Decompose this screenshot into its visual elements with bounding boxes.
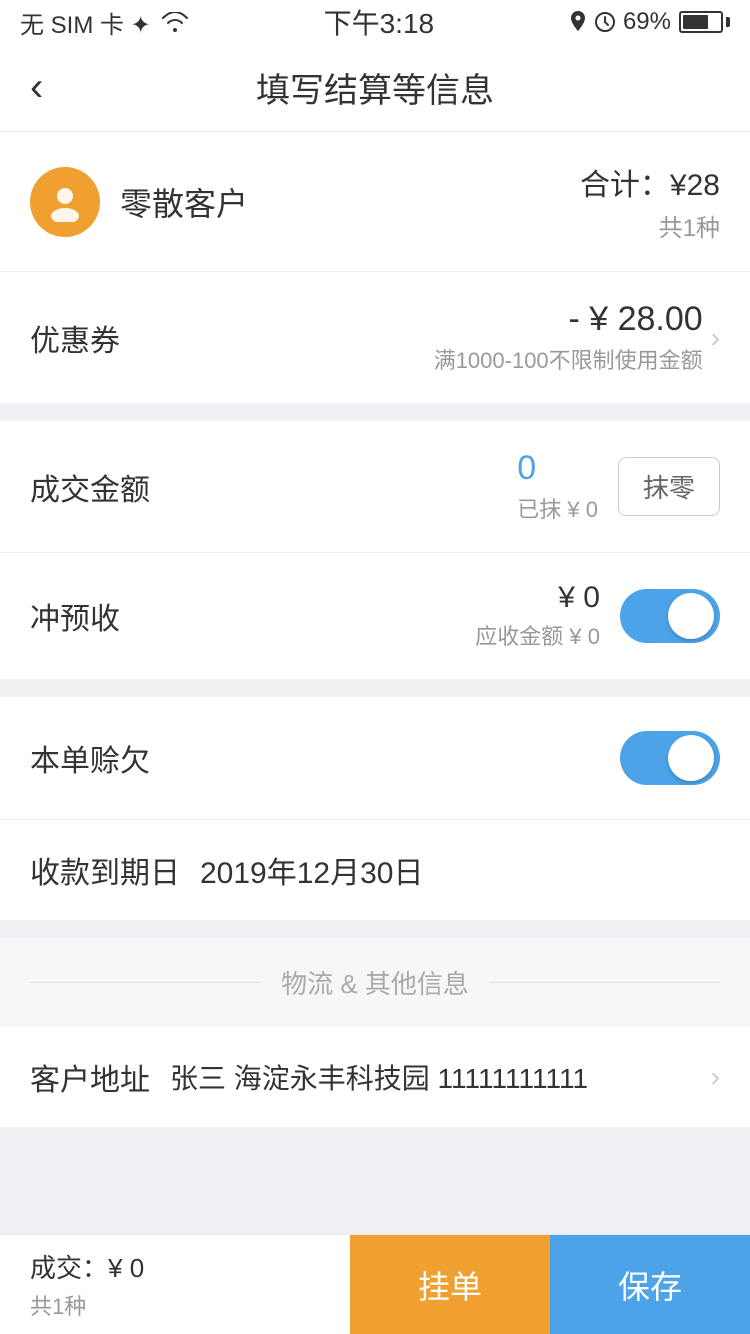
bottom-bar: 成交：¥ 0 共1种 挂单 保存 <box>0 1234 750 1334</box>
deal-value: 0 <box>517 449 598 488</box>
debt-card: 本单赊欠 收款到期日 2019年12月30日 <box>0 697 750 920</box>
status-time: 下午3:18 <box>324 2 435 42</box>
status-bar: 无 SIM 卡 ✦ 下午3:18 69% <box>0 0 750 44</box>
address-value: 张三 海淀永丰科技园 11111111111 <box>170 1057 711 1097</box>
status-left: 无 SIM 卡 ✦ <box>20 5 189 40</box>
prepay-toggle[interactable] <box>620 589 720 643</box>
due-date-value: 2019年12月30日 <box>200 848 423 892</box>
logistics-card: 物流 & 其他信息 客户地址 张三 海淀永丰科技园 11111111111 › <box>0 938 750 1127</box>
sim-label: 无 SIM 卡 ✦ <box>20 5 151 40</box>
logistics-title: 物流 & 其他信息 <box>281 964 469 1001</box>
deal-card: 成交金额 0 已抹 ¥ 0 抹零 冲预收 ¥ 0 应收金额 ¥ 0 <box>0 421 750 679</box>
customer-card: 零散客户 合计：¥28 共1种 优惠券 - ¥ 28.00 满1000-100不… <box>0 132 750 403</box>
coupon-desc: 满1000-100不限制使用金额 <box>434 343 703 375</box>
hold-button[interactable]: 挂单 <box>350 1235 550 1334</box>
customer-name: 零散客户 <box>120 179 248 225</box>
bottom-deal-label: 成交： <box>30 1253 108 1283</box>
customer-row: 零散客户 合计：¥28 共1种 <box>0 132 750 271</box>
status-right: 69% <box>569 8 730 36</box>
logistics-line-right <box>489 982 720 983</box>
save-button[interactable]: 保存 <box>550 1235 750 1334</box>
deal-row: 成交金额 0 已抹 ¥ 0 抹零 <box>0 421 750 552</box>
bottom-deal-info: 成交：¥ 0 <box>30 1248 320 1285</box>
coupon-right: - ¥ 28.00 满1000-100不限制使用金额 › <box>434 300 720 375</box>
coupon-row[interactable]: 优惠券 - ¥ 28.00 满1000-100不限制使用金额 › <box>0 271 750 403</box>
total-amount: 合计：¥28 <box>580 160 720 204</box>
debt-toggle[interactable] <box>620 731 720 785</box>
bottom-summary: 成交：¥ 0 共1种 <box>0 1235 350 1334</box>
prepay-toggle-knob <box>668 593 714 639</box>
nav-bar: ‹ 填写结算等信息 <box>0 44 750 132</box>
content: 零散客户 合计：¥28 共1种 优惠券 - ¥ 28.00 满1000-100不… <box>0 132 750 1265</box>
avatar <box>30 167 100 237</box>
logistics-line-left <box>30 982 261 983</box>
address-chevron-icon: › <box>711 1061 720 1093</box>
round-off-button[interactable]: 抹零 <box>618 457 720 516</box>
bottom-deal-amount: ¥ 0 <box>108 1253 144 1283</box>
deal-value-group: 0 已抹 ¥ 0 <box>517 449 598 524</box>
address-row[interactable]: 客户地址 张三 海淀永丰科技园 11111111111 › <box>0 1027 750 1127</box>
prepay-right: ¥ 0 应收金额 ¥ 0 <box>475 581 720 651</box>
bottom-count: 共1种 <box>30 1289 320 1321</box>
debt-toggle-knob <box>668 735 714 781</box>
prepay-label: 冲预收 <box>30 594 120 638</box>
battery-percent: 69% <box>623 8 671 36</box>
location-icon <box>569 11 587 33</box>
logistics-header: 物流 & 其他信息 <box>0 938 750 1027</box>
due-date-row: 收款到期日 2019年12月30日 <box>0 819 750 920</box>
deal-right: 0 已抹 ¥ 0 抹零 <box>517 449 720 524</box>
wifi-icon <box>161 12 189 32</box>
customer-summary: 合计：¥28 共1种 <box>580 160 720 243</box>
coupon-detail: - ¥ 28.00 满1000-100不限制使用金额 <box>434 300 703 375</box>
prepay-value: ¥ 0 <box>475 581 600 615</box>
deal-label: 成交金额 <box>30 465 150 509</box>
debt-label: 本单赊欠 <box>30 736 150 780</box>
debt-row: 本单赊欠 <box>0 697 750 819</box>
address-label: 客户地址 <box>30 1055 150 1099</box>
battery-icon <box>679 11 730 33</box>
prepay-row: 冲预收 ¥ 0 应收金额 ¥ 0 <box>0 552 750 679</box>
page-title: 填写结算等信息 <box>256 63 494 112</box>
back-button[interactable]: ‹ <box>30 65 43 110</box>
deal-sub: 已抹 ¥ 0 <box>517 492 598 524</box>
prepay-value-group: ¥ 0 应收金额 ¥ 0 <box>475 581 600 651</box>
due-date-label: 收款到期日 <box>30 848 180 892</box>
customer-left: 零散客户 <box>30 167 248 237</box>
total-count: 共1种 <box>580 208 720 243</box>
clock-icon <box>595 12 615 32</box>
coupon-amount: - ¥ 28.00 <box>434 300 703 339</box>
prepay-sub: 应收金额 ¥ 0 <box>475 619 600 651</box>
coupon-label: 优惠券 <box>30 316 120 360</box>
coupon-chevron-icon: › <box>711 322 720 354</box>
